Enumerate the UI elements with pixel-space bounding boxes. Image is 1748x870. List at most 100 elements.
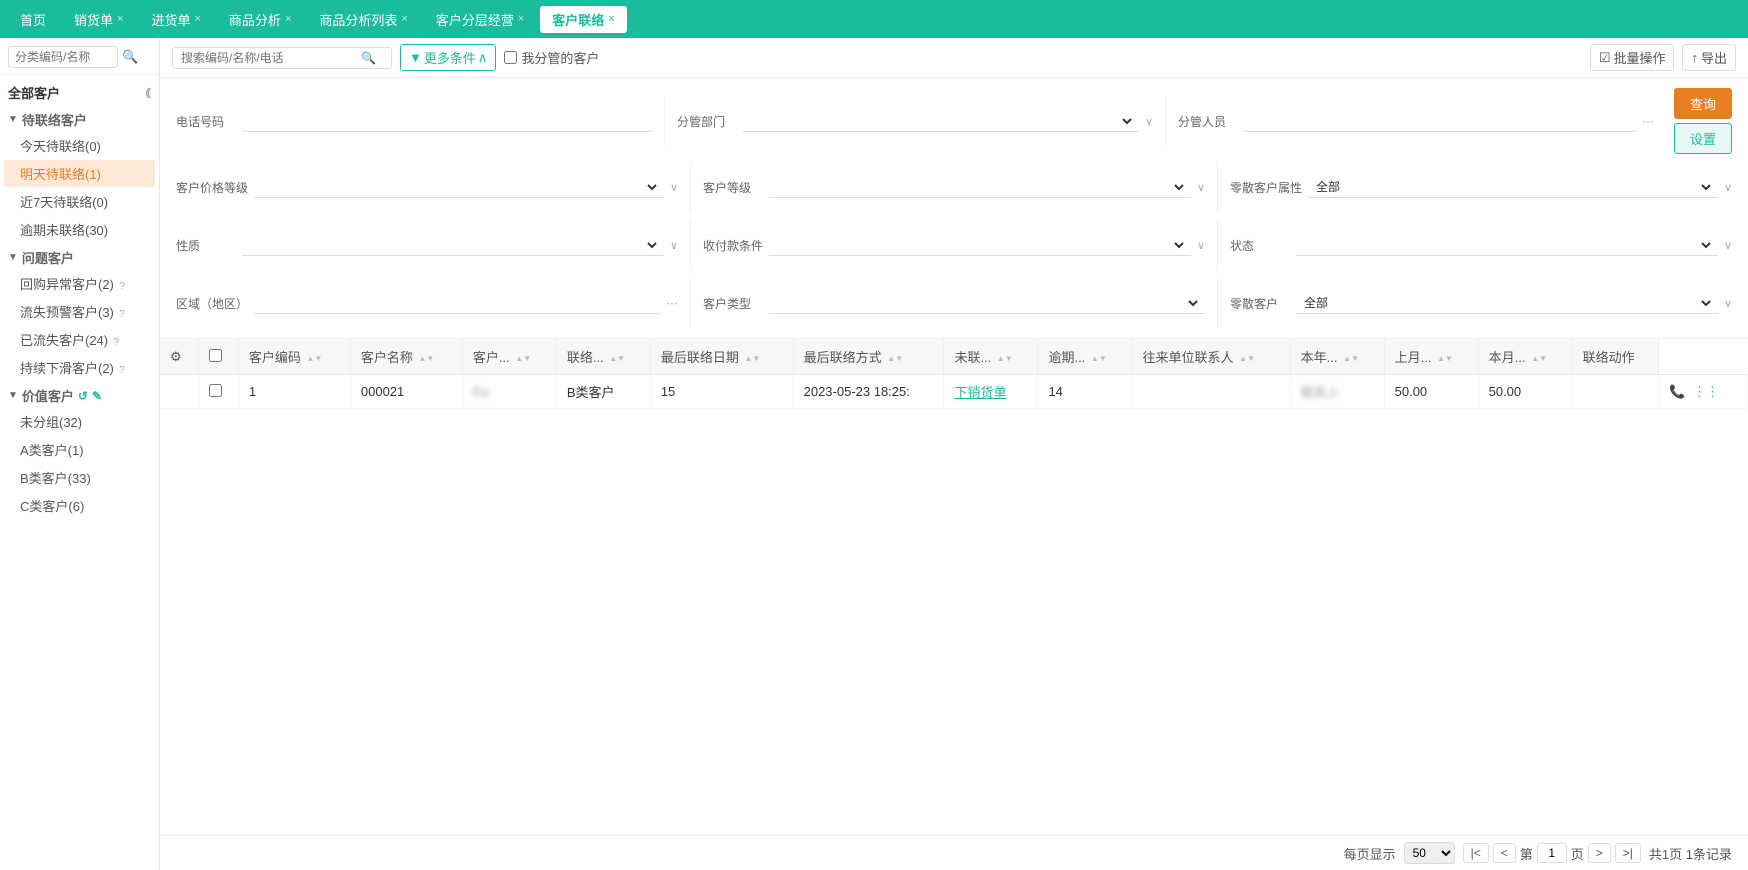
person-ellipsis[interactable]: ···: [1642, 114, 1654, 128]
cust-level-select[interactable]: [773, 179, 1187, 195]
col-contact-person-header[interactable]: 往来单位联系人 ▲▼: [1132, 339, 1290, 375]
col-type-header[interactable]: 客户... ▲▼: [462, 339, 556, 375]
col-checkbox-header[interactable]: [198, 339, 238, 375]
table-footer: 每页显示 50 100 200 |< < 第 页 > >| 共1页 1条记录: [160, 835, 1748, 870]
col-name-header[interactable]: 客户名称 ▲▼: [350, 339, 462, 375]
sidebar-item-c-class[interactable]: C类客户(6): [4, 492, 155, 519]
sidebar-item-churned[interactable]: 已流失客户(24) ?: [4, 326, 155, 353]
cust-level-chevron: ∨: [1197, 181, 1205, 194]
action-phone-icon[interactable]: 📞: [1669, 384, 1685, 399]
search-input[interactable]: [181, 51, 361, 65]
export-button[interactable]: ↑ 导出: [1682, 44, 1736, 71]
row-last-month: 50.00: [1478, 375, 1572, 409]
col-last-contact-method-header[interactable]: 最后联络方式 ▲▼: [793, 339, 944, 375]
next-page-button[interactable]: >: [1588, 843, 1611, 863]
payment-select[interactable]: [773, 237, 1187, 253]
sidebar-item-tomorrow-pending[interactable]: 明天待联络(1): [4, 160, 155, 187]
sidebar-item-ungrouped[interactable]: 未分组(32): [4, 408, 155, 435]
sidebar-search-area: 🔍: [0, 38, 159, 75]
row-settings: [160, 375, 198, 409]
search-input-wrap: 🔍: [172, 47, 392, 69]
filter-dept: 分管部门 ∨: [677, 111, 1153, 132]
region-input[interactable]: [254, 293, 660, 314]
dept-select[interactable]: [747, 113, 1135, 129]
nav-close-customer-contact[interactable]: ×: [608, 13, 614, 25]
retail-attr-select[interactable]: 全部: [1312, 179, 1714, 195]
nav-home[interactable]: 首页: [8, 6, 58, 33]
status-select[interactable]: [1300, 237, 1714, 253]
retail-cust-select[interactable]: 全部: [1300, 295, 1714, 311]
value-group-refresh-icon[interactable]: ↺: [78, 389, 88, 403]
col-this-year-header[interactable]: 本年... ▲▼: [1290, 339, 1384, 375]
batch-op-button[interactable]: ☑ 批量操作: [1590, 44, 1675, 71]
nav-close-customer-layering[interactable]: ×: [518, 13, 524, 25]
help-icon-declining[interactable]: ?: [119, 365, 125, 376]
col-last-contact-date-header[interactable]: 最后联络日期 ▲▼: [650, 339, 793, 375]
action-more-icon[interactable]: ⋮⋮: [1693, 384, 1719, 399]
sidebar-item-a-class[interactable]: A类客户(1): [4, 436, 155, 463]
col-unlinkd-header[interactable]: 未联... ▲▼: [944, 339, 1038, 375]
query-button[interactable]: 查询: [1674, 88, 1732, 119]
main-layout: 🔍 全部客户 《 ▼ 待联络客户 今天待联络(0) 明天待联络(1) 近7天待联…: [0, 38, 1748, 870]
help-icon-churn-warning[interactable]: ?: [119, 309, 125, 320]
page-input[interactable]: [1537, 843, 1567, 863]
sidebar-item-repurchase-abnormal[interactable]: 回购异常客户(2) ?: [4, 270, 155, 297]
person-input[interactable]: [1244, 111, 1636, 132]
nav-close-product-analysis[interactable]: ×: [285, 13, 291, 25]
select-all-checkbox[interactable]: [209, 349, 222, 362]
nav-sales-order[interactable]: 销货单 ×: [62, 6, 135, 33]
filter-cust-level: 客户等级 ∨: [703, 177, 1205, 198]
nav-product-analysis[interactable]: 商品分析 ×: [217, 6, 303, 33]
sidebar-item-7days-pending[interactable]: 近7天待联络(0): [4, 188, 155, 215]
nav-customer-layering[interactable]: 客户分层经营 ×: [424, 6, 536, 33]
sidebar-item-overdue-pending[interactable]: 逾期未联络(30): [4, 216, 155, 243]
first-page-button[interactable]: |<: [1463, 843, 1489, 863]
col-overdue-header[interactable]: 逾期... ▲▼: [1038, 339, 1132, 375]
filter-row-4: 区域（地区） ··· 客户类型 零散客户 全部: [176, 278, 1732, 328]
setting-button[interactable]: 设置: [1674, 123, 1732, 154]
cust-type-select[interactable]: [773, 295, 1201, 311]
filter-payment: 收付款条件 ∨: [703, 235, 1205, 256]
help-icon-repurchase[interactable]: ?: [119, 281, 125, 292]
page-size-select[interactable]: 50 100 200: [1404, 842, 1455, 864]
nav-customer-contact[interactable]: 客户联络 ×: [540, 6, 626, 33]
payment-chevron: ∨: [1197, 239, 1205, 252]
my-customers-checkbox[interactable]: [504, 51, 517, 64]
region-ellipsis[interactable]: ···: [666, 296, 678, 310]
prev-page-button[interactable]: <: [1493, 843, 1516, 863]
last-page-button[interactable]: >|: [1615, 843, 1641, 863]
collapse-icon[interactable]: 《: [140, 85, 151, 101]
col-code-header[interactable]: 客户编码 ▲▼: [238, 339, 350, 375]
col-settings-header[interactable]: ⚙: [160, 339, 198, 375]
row-checkbox-input[interactable]: [209, 384, 222, 397]
row-last-contact-method[interactable]: 下销货单: [944, 375, 1038, 409]
sidebar-item-churn-warning[interactable]: 流失预警客户(3) ?: [4, 298, 155, 325]
sidebar-search-input[interactable]: [8, 46, 118, 68]
nav-close-product-analysis-list[interactable]: ×: [401, 13, 407, 25]
col-this-month-header[interactable]: 本月... ▲▼: [1478, 339, 1572, 375]
col-contact-count-header[interactable]: 联络... ▲▼: [556, 339, 650, 375]
nav-close-sales-order[interactable]: ×: [117, 13, 123, 25]
row-action: 📞 ⋮⋮: [1659, 375, 1748, 409]
help-icon-churned[interactable]: ?: [113, 337, 119, 348]
more-conditions-button[interactable]: ▼ 更多条件 ∧: [400, 44, 496, 71]
all-customers-header: 全部客户 《: [0, 75, 159, 106]
gender-select[interactable]: [246, 237, 660, 253]
sidebar-search-icon[interactable]: 🔍: [122, 49, 138, 65]
sidebar-item-declining[interactable]: 持续下滑客户(2) ?: [4, 354, 155, 381]
nav-product-analysis-list[interactable]: 商品分析列表 ×: [307, 6, 419, 33]
col-last-month-header[interactable]: 上月... ▲▼: [1384, 339, 1478, 375]
content-area: 🔍 ▼ 更多条件 ∧ 我分管的客户 ☑ 批量操作 ↑ 导出: [160, 38, 1748, 870]
status-chevron: ∨: [1724, 239, 1732, 252]
row-index: 1: [238, 375, 350, 409]
search-icon[interactable]: 🔍: [361, 51, 376, 65]
sidebar-item-today-pending[interactable]: 今天待联络(0): [4, 132, 155, 159]
nav-purchase-order[interactable]: 进货单 ×: [139, 6, 212, 33]
phone-input[interactable]: [242, 111, 652, 132]
price-level-select[interactable]: [258, 179, 660, 195]
value-group-edit-icon[interactable]: ✎: [92, 389, 102, 403]
nav-close-purchase-order[interactable]: ×: [194, 13, 200, 25]
sidebar-item-b-class[interactable]: B类客户(33): [4, 464, 155, 491]
filter-row-2: 客户价格等级 ∨ 客户等级 ∨ 零散客户属性: [176, 162, 1732, 212]
row-code: 000021: [350, 375, 462, 409]
